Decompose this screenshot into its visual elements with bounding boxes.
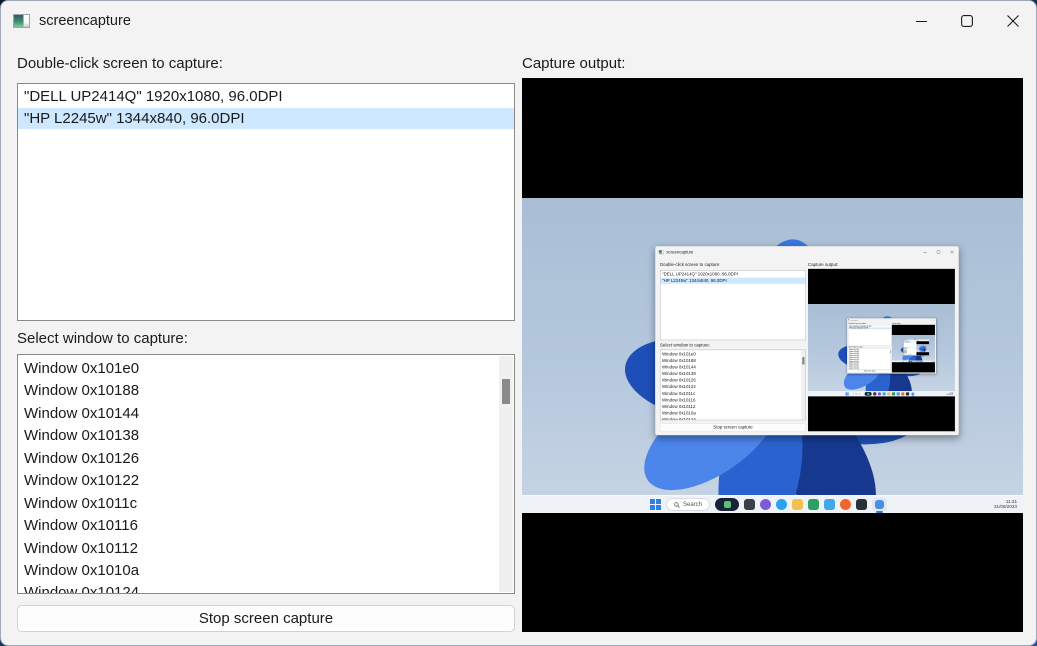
window-title: screencapture — [39, 13, 131, 29]
taskbar-clock: 11:31 31/08/2023 — [994, 499, 1017, 510]
start-icon — [650, 499, 661, 510]
window-list-item[interactable]: Window 0x1010a — [18, 560, 514, 582]
store-icon — [808, 499, 820, 510]
captured-desktop: screencapture Double-click screen to cap… — [522, 198, 1023, 513]
captured-screen-recursive-image: screencapture Double-click screen to cap… — [655, 246, 960, 436]
window-list-item[interactable]: Window 0x10126 — [18, 448, 514, 470]
window-list-item[interactable]: Window 0x10124 — [18, 582, 514, 593]
minimize-icon — [915, 20, 927, 22]
edge-icon — [776, 499, 788, 510]
captured-taskbar: Search 11:31 31/08/2023 — [522, 495, 1023, 513]
screencapture-active-icon — [875, 500, 885, 509]
file-explorer-icon — [744, 499, 756, 510]
folder-icon — [792, 499, 804, 510]
capture-output-image: screencapture Double-click screen to cap… — [522, 78, 1023, 632]
close-icon — [1007, 15, 1019, 27]
window-list-item[interactable]: Window 0x10144 — [18, 403, 514, 425]
screen-list-item[interactable]: "DELL UP2414Q" 1920x1080, 96.0DPI — [18, 86, 514, 108]
minimize-button[interactable] — [898, 1, 944, 41]
windows-list-scrollbar[interactable] — [499, 356, 513, 592]
window-list-item[interactable]: Window 0x10116 — [18, 515, 514, 537]
screen-list-item[interactable]: "HP L2245w" 1344x840, 96.0DPI — [18, 107, 514, 130]
screens-listbox[interactable]: "DELL UP2414Q" 1920x1080, 96.0DPI "HP L22… — [17, 83, 515, 321]
widgets-icon — [715, 498, 740, 511]
maximize-button[interactable] — [944, 1, 990, 41]
title-bar[interactable]: screencapture — [1, 1, 1036, 41]
window-list-item[interactable]: Window 0x10138 — [18, 425, 514, 447]
chat-icon — [760, 499, 772, 510]
search-label: Search — [683, 501, 703, 508]
mail-icon — [824, 499, 836, 510]
scrollbar-thumb[interactable] — [502, 379, 510, 404]
search-icon — [674, 501, 680, 508]
letterbox-bottom — [522, 513, 1023, 632]
firefox-icon — [840, 499, 852, 510]
window-list-item[interactable]: Window 0x10188 — [18, 380, 514, 402]
letterbox-top — [522, 78, 1023, 198]
taskbar-search: Search — [666, 498, 711, 511]
close-button[interactable] — [990, 1, 1036, 41]
captured-app-window: screencapture Double-click screen to cap… — [655, 246, 960, 436]
window-list-item[interactable]: Window 0x101e0 — [18, 358, 514, 380]
windows-label: Select window to capture: — [17, 330, 188, 347]
clock-date: 31/08/2023 — [994, 504, 1017, 510]
window-list-item[interactable]: Window 0x10122 — [18, 470, 514, 492]
maximize-icon — [961, 15, 973, 27]
window-list-item[interactable]: Window 0x10112 — [18, 538, 514, 560]
app-icon — [13, 14, 30, 28]
active-app-indicator — [872, 498, 888, 513]
terminal-icon — [856, 499, 868, 510]
stop-capture-button[interactable]: Stop screen capture — [17, 605, 515, 632]
screens-label: Double-click screen to capture: — [17, 55, 223, 72]
capture-output-label: Capture output: — [522, 55, 626, 72]
windows-listbox[interactable]: Window 0x101e0 Window 0x10188 Window 0x101… — [17, 354, 515, 594]
window-list-item[interactable]: Window 0x1011c — [18, 493, 514, 515]
screencapture-window: screencapture Double-click screen to cap… — [0, 0, 1037, 646]
